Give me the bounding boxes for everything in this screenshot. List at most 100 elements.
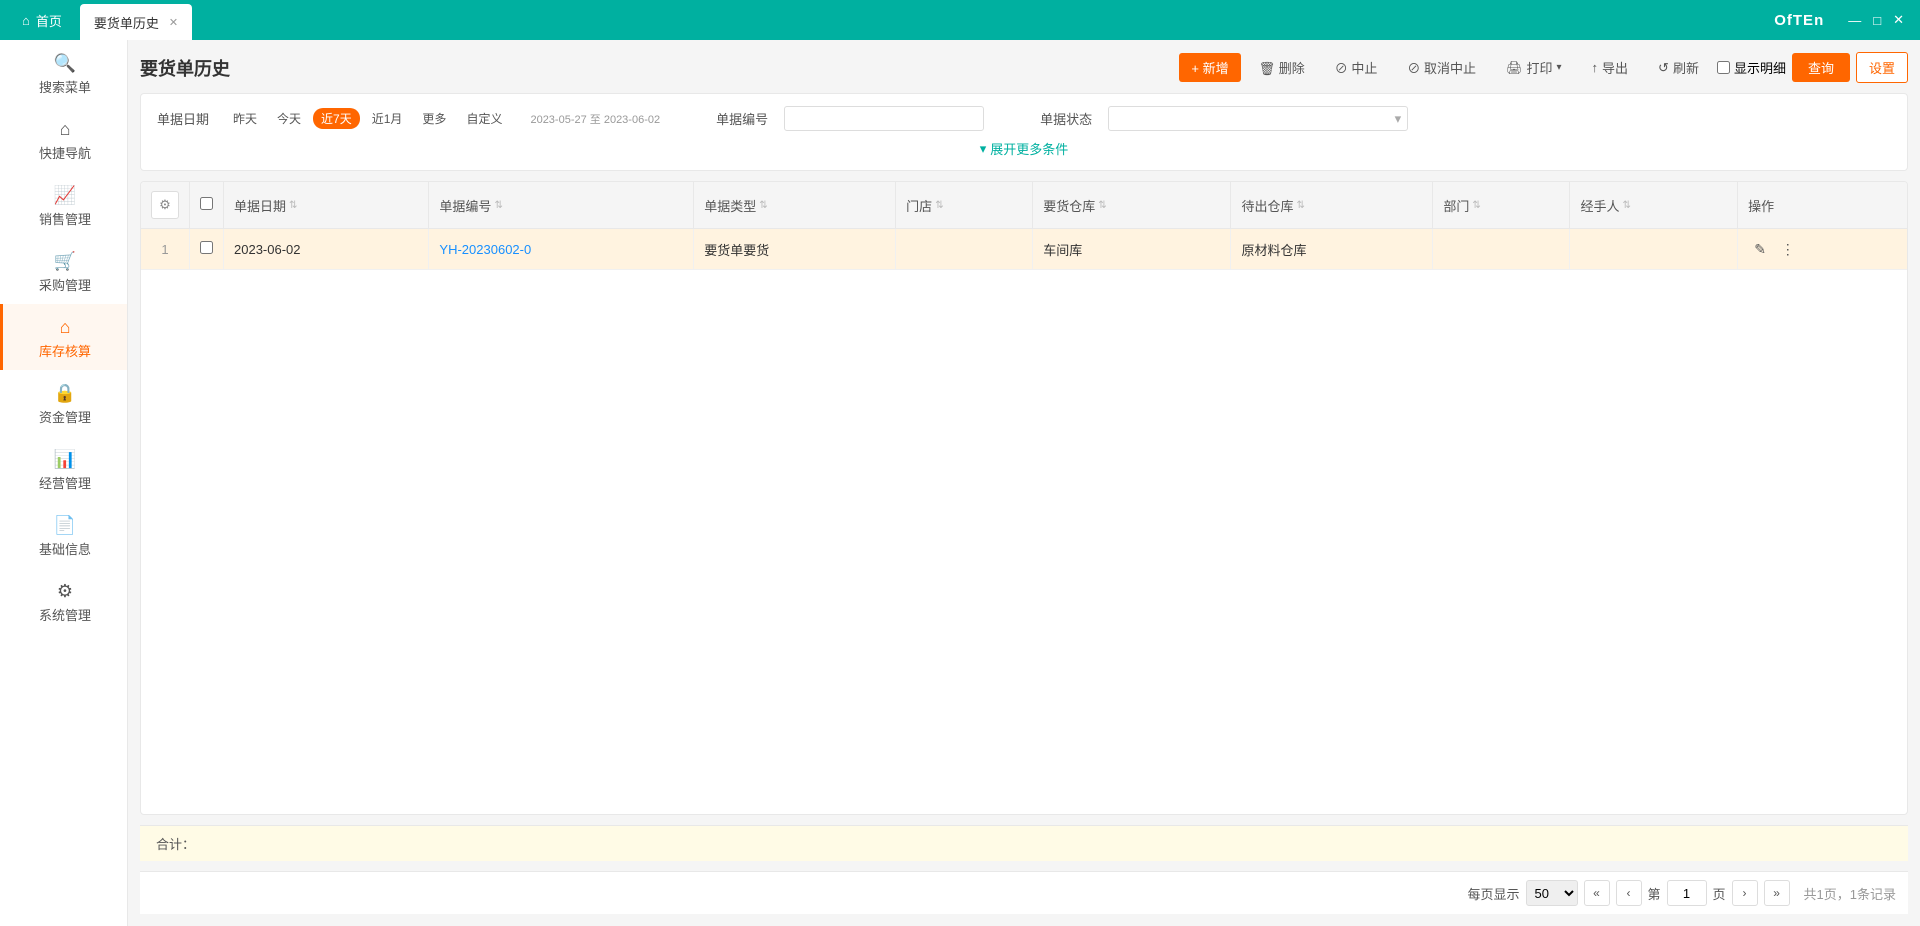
new-button[interactable]: + 新增 (1179, 53, 1240, 82)
row-doc-no: YH-20230602-0 (429, 229, 694, 270)
sort-handler-icon: ⇅ (1623, 200, 1631, 211)
row-req-warehouse: 车间库 (1033, 229, 1231, 270)
sort-pending-warehouse[interactable]: 待出仓库 ⇅ (1241, 196, 1304, 215)
page-last-btn[interactable]: » (1764, 880, 1790, 906)
toolbar-actions: + 新增 🗑 删除 ⊘ 中止 ⊘ 取消中止 🖨 🖨 打印 打印 ▾ ↑ 导出 ↺… (1179, 52, 1908, 83)
brand-logo: OfTEn (1774, 12, 1824, 29)
display-detail-checkbox[interactable] (1717, 61, 1730, 74)
row-dept (1433, 229, 1570, 270)
row-action: ✎ ⋮ (1738, 229, 1907, 270)
filter-row-1: 单据日期 昨天 今天 近7天 近1月 更多 自定义 2023-05-27 至 2… (157, 106, 1891, 131)
row-edit-icon[interactable]: ✎ (1748, 237, 1772, 261)
top-bar-right: OfTEn — □ ✕ (1774, 12, 1912, 29)
page-prev-btn[interactable]: ‹ (1616, 880, 1642, 906)
row-index: 1 (141, 229, 190, 270)
refresh-button[interactable]: ↺ 刷新 (1646, 53, 1711, 82)
sort-store[interactable]: 门店 ⇅ (906, 196, 943, 215)
per-page-select[interactable]: 50 10 20 100 (1526, 880, 1578, 906)
minimize-icon[interactable]: — (1848, 13, 1861, 28)
page-first-btn[interactable]: « (1584, 880, 1610, 906)
summary-label: 合计： (156, 834, 195, 853)
th-date[interactable]: 单据日期 ⇅ (224, 182, 429, 229)
doc-no-input[interactable] (784, 106, 984, 131)
sidebar: 🔍 搜索菜单 ⌂ 快捷导航 📈 销售管理 🛒 采购管理 ⌂ 库存核算 🔒 资金管… (0, 40, 128, 926)
cancel-stop-button[interactable]: ⊘ 取消中止 (1395, 53, 1488, 82)
sidebar-item-basic-info[interactable]: 📄 基础信息 (0, 502, 127, 568)
date-btn-yesterday[interactable]: 昨天 (225, 108, 265, 129)
print-icon: 🖨 (1506, 60, 1523, 76)
row-store (896, 229, 1033, 270)
date-buttons: 昨天 今天 近7天 近1月 更多 自定义 (225, 108, 510, 129)
print-button[interactable]: 🖨 🖨 打印 打印 ▾ (1494, 53, 1574, 82)
row-checkbox[interactable] (200, 241, 213, 254)
export-icon: ↑ (1592, 60, 1599, 75)
sort-date-icon: ⇅ (289, 200, 297, 211)
th-req-warehouse[interactable]: 要货仓库 ⇅ (1033, 182, 1231, 229)
doc-no-label: 单据编号 (716, 109, 768, 128)
sort-date[interactable]: 单据日期 ⇅ (234, 196, 297, 215)
purchase-icon: 🛒 (54, 252, 76, 270)
row-pending-warehouse: 原材料仓库 (1231, 229, 1433, 270)
query-button[interactable]: 查询 (1792, 53, 1850, 82)
sort-store-icon: ⇅ (935, 200, 943, 211)
maximize-icon[interactable]: □ (1873, 13, 1881, 28)
page-next-btn[interactable]: › (1732, 880, 1758, 906)
th-pending-warehouse[interactable]: 待出仓库 ⇅ (1231, 182, 1433, 229)
sidebar-item-purchase-mgmt[interactable]: 🛒 采购管理 (0, 238, 127, 304)
date-btn-custom[interactable]: 自定义 (458, 108, 510, 129)
sidebar-item-quick-nav[interactable]: ⌂ 快捷导航 (0, 106, 127, 172)
export-button[interactable]: ↑ 导出 (1580, 53, 1641, 82)
sidebar-item-system-mgmt[interactable]: ⚙ 系统管理 (0, 568, 127, 634)
th-doc-type[interactable]: 单据类型 ⇅ (694, 182, 896, 229)
sort-doc-type[interactable]: 单据类型 ⇅ (704, 196, 767, 215)
sidebar-item-operations[interactable]: 📊 经营管理 (0, 436, 127, 502)
sidebar-item-inventory[interactable]: ⌂ 库存核算 (0, 304, 127, 370)
quick-nav-icon: ⌂ (60, 120, 71, 138)
column-settings-icon[interactable]: ⚙ (151, 191, 179, 219)
close-tab-icon[interactable]: ✕ (169, 16, 178, 29)
page-number-input[interactable] (1667, 880, 1707, 906)
stop-button[interactable]: ⊘ 中止 (1323, 53, 1390, 82)
row-date: 2023-06-02 (224, 229, 429, 270)
sort-pending-warehouse-icon: ⇅ (1296, 200, 1304, 211)
table-wrap: ⚙ 单据日期 ⇅ 单据编号 (140, 181, 1908, 815)
requisition-table: ⚙ 单据日期 ⇅ 单据编号 (141, 182, 1907, 270)
row-checkbox-cell (190, 229, 224, 270)
tab-home[interactable]: ⌂ 首页 (8, 0, 76, 40)
inventory-icon: ⌂ (60, 318, 71, 336)
date-btn-1month[interactable]: 近1月 (364, 108, 411, 129)
settings-button[interactable]: 设置 (1856, 52, 1908, 83)
th-doc-no[interactable]: 单据编号 ⇅ (429, 182, 694, 229)
sort-doc-no[interactable]: 单据编号 ⇅ (439, 196, 502, 215)
tab-requisition-history[interactable]: 要货单历史 ✕ (80, 4, 192, 40)
th-checkbox (190, 182, 224, 229)
sidebar-item-finance[interactable]: 🔒 资金管理 (0, 370, 127, 436)
page-title: 要货单历史 (140, 55, 230, 81)
row-more-icon[interactable]: ⋮ (1776, 237, 1800, 261)
th-dept[interactable]: 部门 ⇅ (1433, 182, 1570, 229)
th-handler[interactable]: 经手人 ⇅ (1570, 182, 1738, 229)
sort-doc-type-icon: ⇅ (759, 200, 767, 211)
print-dropdown-icon[interactable]: ▾ (1556, 62, 1561, 73)
sidebar-item-sales-mgmt[interactable]: 📈 销售管理 (0, 172, 127, 238)
sort-dept-icon: ⇅ (1472, 200, 1480, 211)
date-btn-more[interactable]: 更多 (414, 108, 454, 129)
display-detail-checkbox-wrap[interactable]: 显示明细 (1717, 58, 1786, 77)
window-close-icon[interactable]: ✕ (1893, 12, 1904, 28)
date-btn-7days[interactable]: 近7天 (313, 108, 360, 129)
sort-handler[interactable]: 经手人 ⇅ (1580, 196, 1630, 215)
date-btn-today[interactable]: 今天 (269, 108, 309, 129)
system-mgmt-icon: ⚙ (57, 582, 73, 600)
doc-no-link[interactable]: YH-20230602-0 (439, 242, 531, 257)
delete-button[interactable]: 🗑 删除 (1247, 53, 1317, 82)
home-icon: ⌂ (22, 13, 30, 28)
sort-req-warehouse[interactable]: 要货仓库 ⇅ (1043, 196, 1106, 215)
select-all-checkbox[interactable] (200, 197, 213, 210)
expand-more-row[interactable]: ▾ 展开更多条件 (157, 139, 1891, 158)
th-store[interactable]: 门店 ⇅ (896, 182, 1033, 229)
sort-dept[interactable]: 部门 ⇅ (1443, 196, 1480, 215)
th-settings[interactable]: ⚙ (141, 182, 190, 229)
status-select[interactable] (1109, 107, 1388, 130)
main-layout: 🔍 搜索菜单 ⌂ 快捷导航 📈 销售管理 🛒 采购管理 ⌂ 库存核算 🔒 资金管… (0, 40, 1920, 926)
sidebar-item-search-menu[interactable]: 🔍 搜索菜单 (0, 40, 127, 106)
